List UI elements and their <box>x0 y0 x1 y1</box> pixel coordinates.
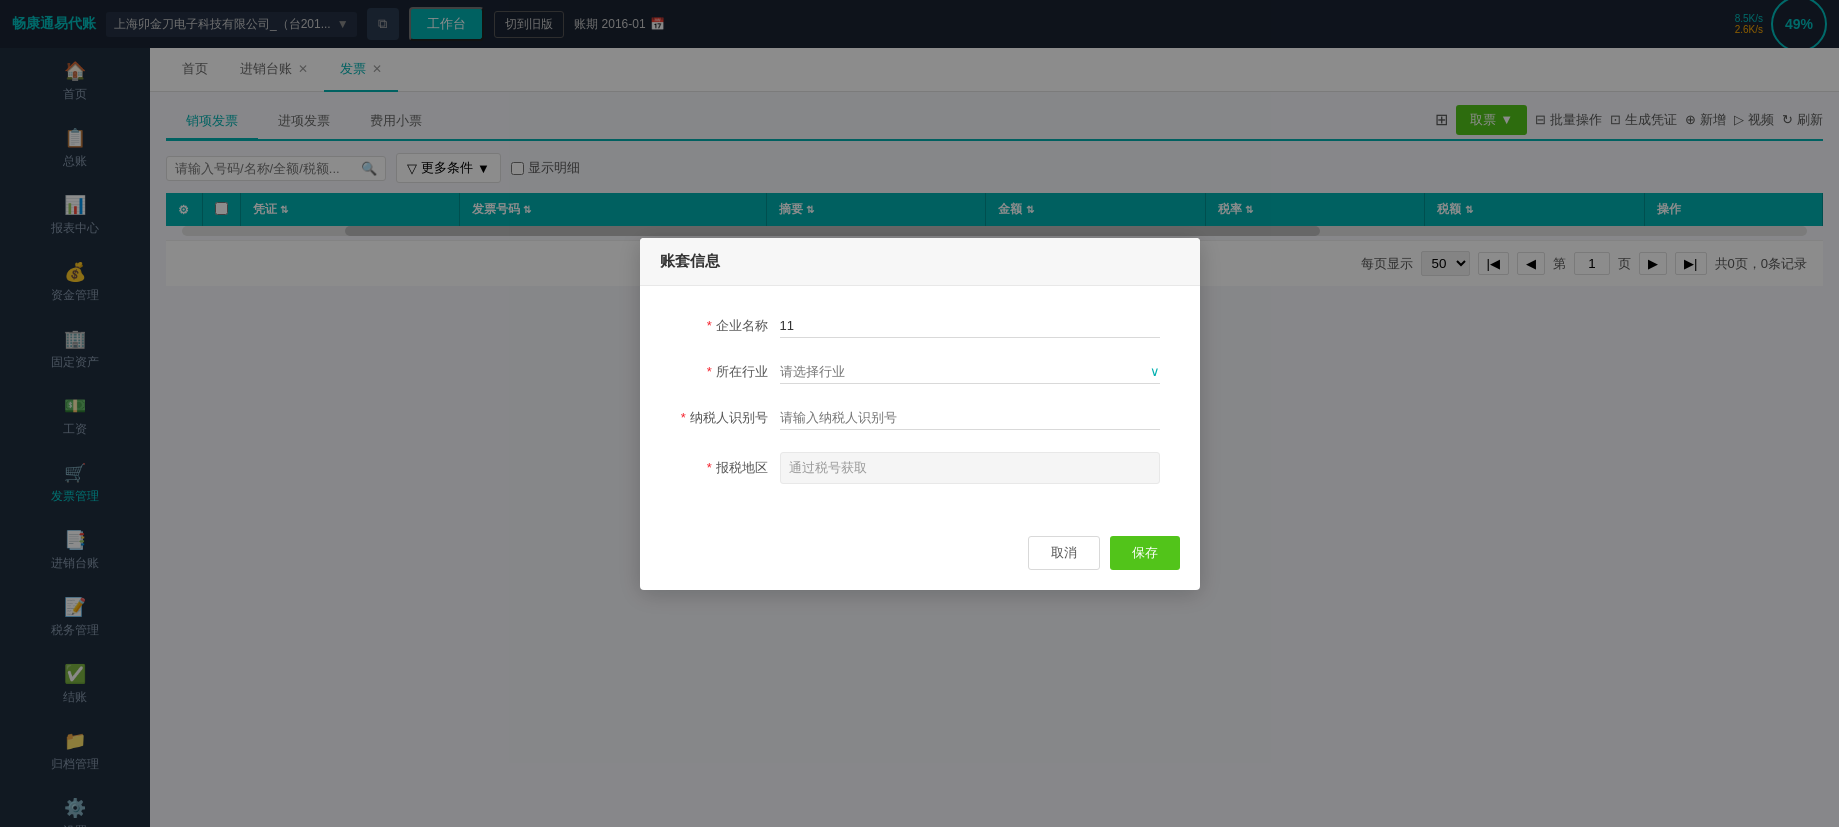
tax-id-row: * 纳税人识别号 <box>680 406 1160 430</box>
account-info-dialog: 账套信息 * 企业名称 * 所在行业 ∨ <box>640 238 1200 590</box>
tax-region-label: * 报税地区 <box>680 459 780 477</box>
company-name-row: * 企业名称 <box>680 314 1160 338</box>
dialog-body: * 企业名称 * 所在行业 ∨ * 纳税人识 <box>640 286 1200 526</box>
tax-region-required-marker: * <box>707 460 712 475</box>
company-name-label: * 企业名称 <box>680 317 780 335</box>
dialog-header: 账套信息 <box>640 238 1200 286</box>
industry-required-marker: * <box>707 364 712 379</box>
industry-chevron-icon: ∨ <box>1150 364 1160 379</box>
industry-row: * 所在行业 ∨ <box>680 360 1160 384</box>
industry-input[interactable] <box>780 364 1150 379</box>
modal-overlay[interactable]: 账套信息 * 企业名称 * 所在行业 ∨ <box>0 0 1839 827</box>
tax-region-row: * 报税地区 通过税号获取 <box>680 452 1160 484</box>
tax-id-required-marker: * <box>681 410 686 425</box>
save-button[interactable]: 保存 <box>1110 536 1180 570</box>
company-name-input[interactable] <box>780 314 1160 338</box>
industry-label: * 所在行业 <box>680 363 780 381</box>
industry-select-wrapper[interactable]: ∨ <box>780 360 1160 384</box>
dialog-footer: 取消 保存 <box>640 526 1200 590</box>
dialog-title: 账套信息 <box>660 252 720 269</box>
company-required-marker: * <box>707 318 712 333</box>
cancel-button[interactable]: 取消 <box>1028 536 1100 570</box>
tax-id-input[interactable] <box>780 406 1160 430</box>
tax-id-label: * 纳税人识别号 <box>680 409 780 427</box>
tax-region-display: 通过税号获取 <box>780 452 1160 484</box>
